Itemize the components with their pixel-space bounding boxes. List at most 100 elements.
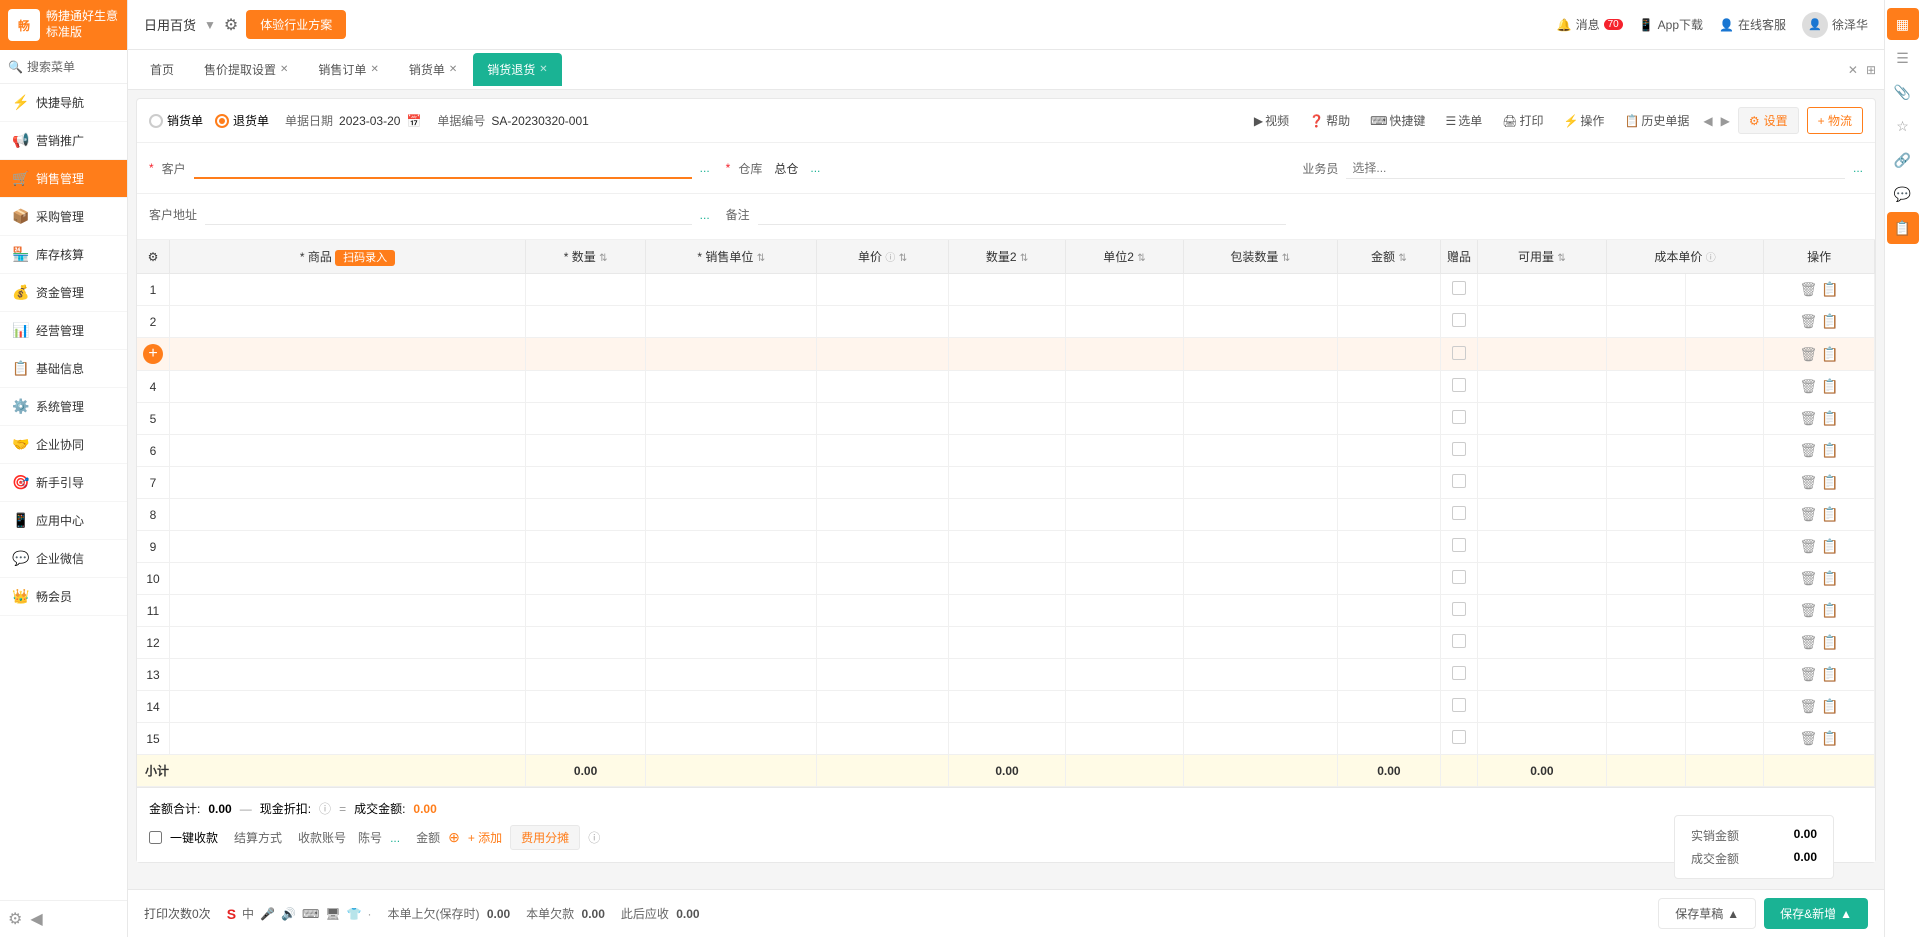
gift-checkbox[interactable]	[1452, 506, 1466, 520]
cell-available[interactable]	[1478, 467, 1607, 499]
cell-unit2[interactable]	[1066, 691, 1183, 723]
cell-cost[interactable]	[1606, 563, 1685, 595]
cell-pack-qty[interactable]	[1183, 499, 1337, 531]
prev-bill[interactable]: ◀	[1703, 114, 1712, 128]
mic-icon[interactable]: 🎤	[260, 907, 275, 921]
copy-row-btn[interactable]: 📋	[1821, 602, 1838, 619]
cell-unit[interactable]	[646, 627, 817, 659]
save-draft-btn[interactable]: 保存草稿 ▲	[1658, 898, 1756, 929]
sidebar-item-finance[interactable]: 💰 资金管理	[0, 274, 127, 312]
sidebar-settings-icon[interactable]: ⚙	[8, 909, 22, 929]
cell-goods[interactable]	[170, 595, 526, 627]
cell-unit[interactable]	[646, 723, 817, 755]
shirt-icon[interactable]: 👕	[347, 907, 362, 921]
delete-row-btn[interactable]: 🗑	[1800, 634, 1818, 651]
cell-qty2[interactable]	[948, 306, 1065, 338]
sidebar-item-quick-nav[interactable]: ⚡ 快捷导航	[0, 84, 127, 122]
delete-row-btn[interactable]: 🗑	[1800, 666, 1818, 683]
cell-unit[interactable]	[646, 467, 817, 499]
dropdown-arrow[interactable]: ▼	[204, 18, 216, 32]
tab-sales-return[interactable]: 销货退货 ✕	[473, 53, 561, 86]
save-new-btn[interactable]: 保存&新增 ▲	[1764, 898, 1868, 929]
cell-qty[interactable]	[526, 659, 646, 691]
cell-qty2[interactable]	[948, 467, 1065, 499]
cell-unit2[interactable]	[1066, 435, 1183, 467]
cell-cost[interactable]	[1606, 306, 1685, 338]
sidebar-item-sales[interactable]: 🛒 销售管理	[0, 160, 127, 198]
copy-row-btn[interactable]: 📋	[1821, 538, 1838, 555]
remark-input[interactable]	[758, 204, 1287, 225]
cell-pack-qty[interactable]	[1183, 306, 1337, 338]
cell-amount[interactable]	[1337, 435, 1440, 467]
cell-available[interactable]	[1478, 274, 1607, 306]
cell-amount[interactable]	[1337, 403, 1440, 435]
shortcut-btn[interactable]: ⌨ 快捷键	[1364, 109, 1431, 132]
delete-row-btn[interactable]: 🗑	[1800, 281, 1818, 298]
gift-checkbox[interactable]	[1452, 346, 1466, 360]
cell-unit[interactable]	[646, 371, 817, 403]
copy-row-btn[interactable]: 📋	[1821, 634, 1838, 651]
cell-price[interactable]	[817, 627, 949, 659]
cell-available[interactable]	[1478, 403, 1607, 435]
sidebar-item-wechat[interactable]: 💬 企业微信	[0, 540, 127, 578]
delete-row-btn[interactable]: 🗑	[1800, 730, 1818, 747]
address-input[interactable]	[205, 204, 692, 225]
cell-available[interactable]	[1478, 306, 1607, 338]
cell-qty[interactable]	[526, 691, 646, 723]
right-panel-list-view[interactable]: ☰	[1887, 42, 1919, 74]
cell-available[interactable]	[1478, 435, 1607, 467]
print-btn[interactable]: 🖨 打印	[1496, 109, 1549, 132]
cell-amount[interactable]	[1337, 467, 1440, 499]
experience-btn[interactable]: 体验行业方案	[246, 10, 346, 39]
sidebar-item-purchase[interactable]: 📦 采购管理	[0, 198, 127, 236]
cell-cost[interactable]	[1606, 274, 1685, 306]
fee-split-btn[interactable]: 费用分摊	[510, 825, 580, 850]
right-panel-star[interactable]: ☆	[1887, 110, 1919, 142]
cell-price[interactable]	[817, 691, 949, 723]
cell-qty2[interactable]	[948, 338, 1065, 371]
message-btn[interactable]: 🔔 消息 70	[1557, 16, 1623, 33]
close-all-tabs[interactable]: ✕	[1848, 63, 1858, 77]
copy-row-btn[interactable]: 📋	[1821, 313, 1838, 330]
video-btn[interactable]: ▶ 视频	[1248, 109, 1295, 132]
cell-goods[interactable]	[170, 563, 526, 595]
cell-amount[interactable]	[1337, 499, 1440, 531]
cell-pack-qty[interactable]	[1183, 659, 1337, 691]
gift-checkbox[interactable]	[1452, 474, 1466, 488]
cell-available[interactable]	[1478, 627, 1607, 659]
cell-pack-qty[interactable]	[1183, 627, 1337, 659]
tab-home[interactable]: 首页	[136, 53, 188, 86]
cell-available[interactable]	[1478, 723, 1607, 755]
cell-price[interactable]	[817, 467, 949, 499]
sidebar-search[interactable]: 🔍 搜索菜单	[0, 50, 127, 84]
delete-row-btn[interactable]: 🗑	[1800, 698, 1818, 715]
cell-goods[interactable]	[170, 499, 526, 531]
gift-checkbox[interactable]	[1452, 538, 1466, 552]
cell-amount[interactable]	[1337, 659, 1440, 691]
keyboard-icon[interactable]: ⌨	[302, 907, 319, 921]
cell-qty2[interactable]	[948, 723, 1065, 755]
cell-unit2[interactable]	[1066, 723, 1183, 755]
cell-unit2[interactable]	[1066, 306, 1183, 338]
gift-checkbox[interactable]	[1452, 378, 1466, 392]
cell-pack-qty[interactable]	[1183, 338, 1337, 371]
customer-input[interactable]	[194, 157, 692, 179]
cell-goods[interactable]	[170, 659, 526, 691]
sidebar-item-operations[interactable]: 📊 经营管理	[0, 312, 127, 350]
sidebar-item-marketing[interactable]: 📢 营销推广	[0, 122, 127, 160]
cell-qty[interactable]	[526, 595, 646, 627]
cell-qty2[interactable]	[948, 595, 1065, 627]
sidebar-collapse-icon[interactable]: ◀	[30, 909, 42, 929]
col-settings[interactable]: ⚙	[137, 240, 170, 274]
cell-price[interactable]	[817, 403, 949, 435]
cell-goods[interactable]	[170, 371, 526, 403]
select-btn[interactable]: ☰ 选单	[1439, 109, 1488, 132]
cell-unit2[interactable]	[1066, 595, 1183, 627]
cell-pack-qty[interactable]	[1183, 563, 1337, 595]
right-panel-link[interactable]: 🔗	[1887, 144, 1919, 176]
cell-qty2[interactable]	[948, 274, 1065, 306]
goods-input-active[interactable]	[176, 347, 519, 361]
cell-cost[interactable]	[1606, 691, 1685, 723]
chinese-icon[interactable]: 中	[242, 905, 254, 922]
cell-qty2[interactable]	[948, 403, 1065, 435]
